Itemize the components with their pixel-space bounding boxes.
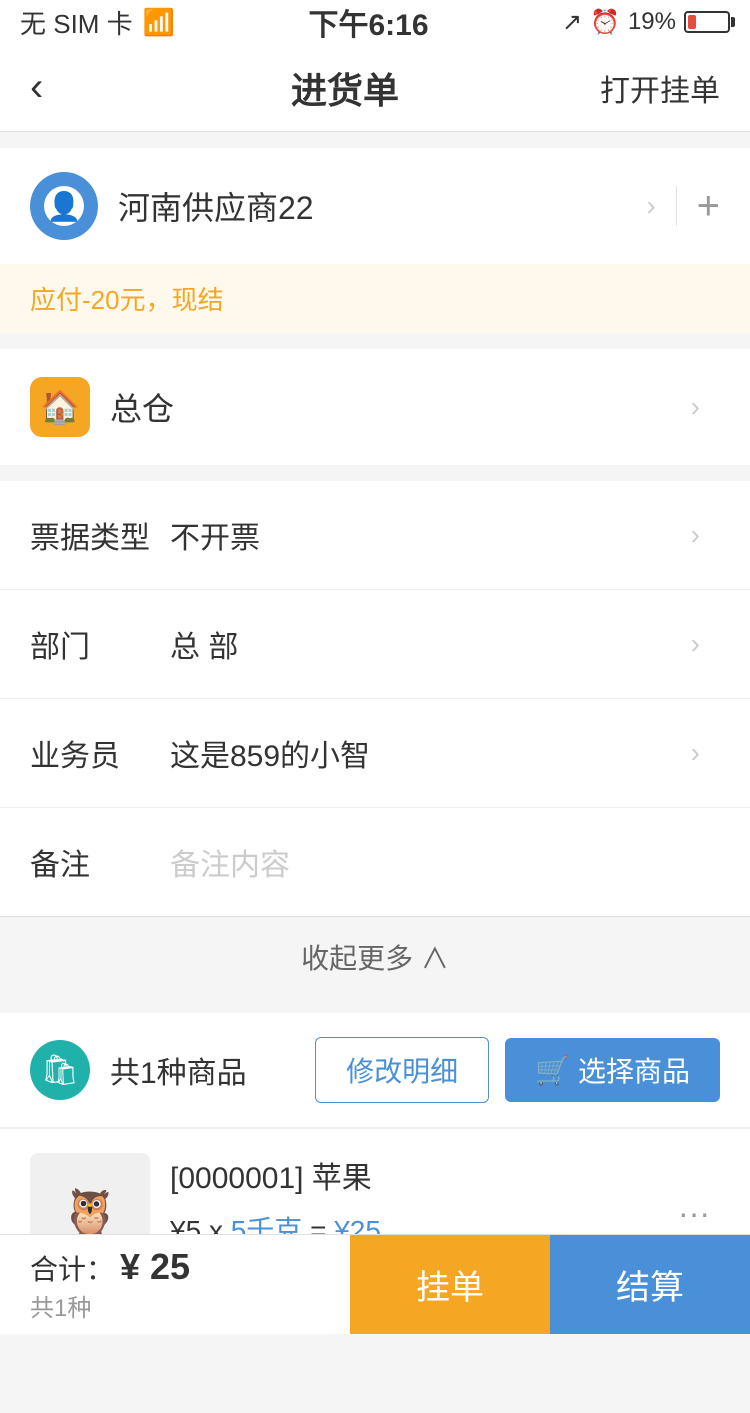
products-header: 🛍 共1种商品 修改明细 🛒 选择商品 <box>0 1013 750 1128</box>
total-amount: ¥ 25 <box>120 1246 190 1288</box>
status-left: 无 SIM 卡 📶 <box>20 4 175 41</box>
total-section: 合计： ¥ 25 共1种 <box>0 1235 350 1334</box>
total-count: 共1种 <box>30 1288 320 1323</box>
warehouse-section: 🏠 总仓 › <box>0 349 750 465</box>
notice-text: 应付-20元，现结 <box>30 285 224 315</box>
chevron-right-icon: › <box>691 628 700 660</box>
bottom-bar: 合计： ¥ 25 共1种 挂单 结算 <box>0 1234 750 1334</box>
bag-icon: 🛍 <box>41 1053 79 1088</box>
product-title: 苹果 <box>312 1162 372 1195</box>
salesman-label: 业务员 <box>30 731 170 775</box>
vertical-divider <box>676 186 677 226</box>
select-product-button[interactable]: 🛒 选择商品 <box>505 1038 720 1102</box>
chevron-right-icon: › <box>646 190 655 222</box>
wifi-icon: 📶 <box>143 7 175 38</box>
total-label: 合计： <box>30 1248 114 1288</box>
supplier-section: 👤 河南供应商22 › + 应付-20元，现结 <box>0 148 750 333</box>
remark-row[interactable]: 备注 备注内容 <box>0 808 750 916</box>
product-image-placeholder: 🦉 <box>60 1185 120 1242</box>
battery-percent: 19% <box>628 8 676 36</box>
warehouse-icon: 🏠 <box>40 388 80 426</box>
person-icon: 👤 <box>47 190 82 223</box>
ticket-type-row[interactable]: 票据类型 不开票 › <box>0 481 750 590</box>
carrier-text: 无 SIM 卡 <box>20 4 133 41</box>
battery-icon <box>684 11 730 33</box>
products-icon-wrap: 🛍 <box>30 1040 90 1100</box>
salesman-value: 这是859的小智 <box>170 731 691 775</box>
open-pending-button[interactable]: 打开挂单 <box>600 66 720 110</box>
product-more-button[interactable]: ··· <box>668 1185 720 1242</box>
remark-label: 备注 <box>30 840 170 884</box>
cart-icon: 🛒 <box>535 1054 570 1087</box>
chevron-right-icon: › <box>691 519 700 551</box>
add-icon[interactable]: + <box>697 184 720 229</box>
page-title: 进货单 <box>291 62 399 114</box>
nav-bar: ‹ 进货单 打开挂单 <box>0 44 750 132</box>
modify-detail-button[interactable]: 修改明细 <box>315 1037 489 1103</box>
products-count: 共1种商品 <box>110 1048 315 1092</box>
supplier-name: 河南供应商22 <box>118 183 646 229</box>
product-code: [0000001] <box>170 1162 312 1195</box>
dept-label: 部门 <box>30 622 170 666</box>
warehouse-row[interactable]: 🏠 总仓 › <box>0 349 750 465</box>
status-right: ↗ ⏰ 19% <box>562 8 730 37</box>
avatar: 👤 <box>30 172 98 240</box>
collapse-row[interactable]: 收起更多 ∧ <box>0 916 750 997</box>
ticket-type-label: 票据类型 <box>30 513 170 557</box>
warehouse-label: 总仓 <box>110 384 691 430</box>
remark-input[interactable]: 备注内容 <box>170 840 720 884</box>
warehouse-icon-wrap: 🏠 <box>30 377 90 437</box>
ticket-type-value: 不开票 <box>170 513 691 557</box>
checkout-button[interactable]: 结算 <box>550 1235 750 1334</box>
dept-row[interactable]: 部门 总 部 › <box>0 590 750 699</box>
status-time: 下午6:16 <box>308 0 428 44</box>
dept-value: 总 部 <box>170 622 691 666</box>
notice-bar: 应付-20元，现结 <box>0 264 750 333</box>
back-button[interactable]: ‹ <box>30 65 90 110</box>
collapse-label: 收起更多 ∧ <box>301 943 449 974</box>
salesman-row[interactable]: 业务员 这是859的小智 › <box>0 699 750 808</box>
supplier-row[interactable]: 👤 河南供应商22 › + <box>0 148 750 264</box>
location-icon: ↗ <box>562 8 582 37</box>
alarm-icon: ⏰ <box>590 8 620 37</box>
chevron-right-icon: › <box>691 391 700 423</box>
select-btn-label: 选择商品 <box>578 1050 690 1090</box>
hang-button[interactable]: 挂单 <box>350 1235 550 1334</box>
chevron-right-icon: › <box>691 737 700 769</box>
status-bar: 无 SIM 卡 📶 下午6:16 ↗ ⏰ 19% <box>0 0 750 44</box>
product-name: [0000001] 苹果 <box>170 1153 668 1197</box>
form-section: 票据类型 不开票 › 部门 总 部 › 业务员 这是859的小智 › 备注 备注… <box>0 481 750 916</box>
